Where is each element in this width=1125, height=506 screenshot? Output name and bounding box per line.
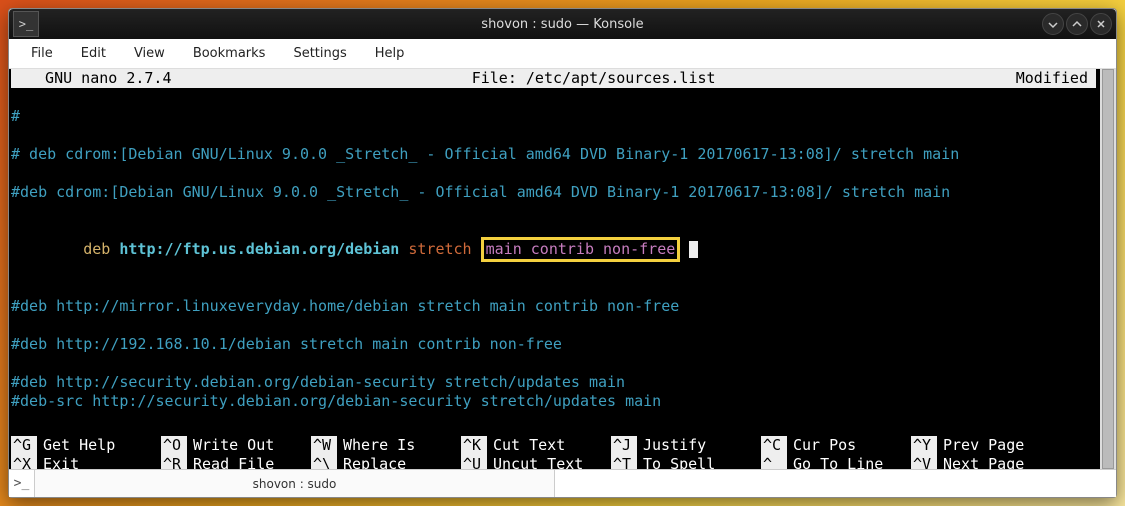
nano-header: GNU nano 2.7.4 File: /etc/apt/sources.li…	[11, 69, 1096, 88]
shortcut-label: Where Is	[337, 436, 415, 455]
src-line: #deb http://mirror.linuxeveryday.home/de…	[11, 297, 1096, 316]
src-line: #	[11, 107, 1096, 126]
shortcut-label: Write Out	[187, 436, 274, 455]
nano-app-name: GNU nano 2.7.4	[11, 69, 172, 88]
shortcut-key: ^\	[311, 455, 337, 469]
shortcut-key: ^X	[11, 455, 37, 469]
shortcut-key: ^R	[161, 455, 187, 469]
shortcut-key: ^C	[761, 436, 787, 455]
src-line: #deb http://security.debian.org/debian-s…	[11, 373, 1096, 392]
shortcut-key: ^W	[311, 436, 337, 455]
token-url: http://ftp.us.debian.org/debian	[119, 240, 399, 258]
menu-file[interactable]: File	[17, 40, 67, 67]
shortcut-key: ^K	[461, 436, 487, 455]
menu-edit[interactable]: Edit	[67, 40, 120, 67]
shortcut-row: ^XExit ^RRead File ^\Replace ^UUncut Tex…	[11, 455, 1096, 469]
shortcut-label: Read File	[187, 455, 274, 469]
shortcut-key: ^U	[461, 455, 487, 469]
nano-status: Modified	[1016, 69, 1096, 88]
shortcut-label: Go To Line	[787, 455, 883, 469]
scrollbar[interactable]	[1100, 69, 1116, 469]
token-deb: deb	[83, 240, 110, 258]
maximize-button[interactable]	[1066, 13, 1088, 35]
menu-bookmarks[interactable]: Bookmarks	[179, 40, 280, 67]
tab[interactable]: shovon : sudo	[35, 470, 555, 497]
shortcut-key: ^Y	[911, 436, 937, 455]
shortcut-label: Replace	[337, 455, 406, 469]
tabbar: >_ shovon : sudo	[9, 469, 1116, 497]
src-line: # deb cdrom:[Debian GNU/Linux 9.0.0 _Str…	[11, 145, 1096, 164]
shortcut-key: ^T	[611, 455, 637, 469]
src-line: #deb cdrom:[Debian GNU/Linux 9.0.0 _Stre…	[11, 183, 1096, 202]
menu-help[interactable]: Help	[361, 40, 419, 67]
highlight-box: main contrib non-free	[481, 237, 681, 262]
shortcut-key: ^V	[911, 455, 937, 469]
window-title: shovon : sudo — Konsole	[9, 17, 1116, 32]
shortcut-label: To Spell	[637, 455, 715, 469]
token-dist: stretch	[408, 240, 471, 258]
window-controls	[1042, 13, 1116, 35]
terminal-area[interactable]: GNU nano 2.7.4 File: /etc/apt/sources.li…	[9, 69, 1116, 469]
minimize-button[interactable]	[1042, 13, 1064, 35]
nano-file-label: File: /etc/apt/sources.list	[172, 69, 1016, 88]
src-line-active: deb http://ftp.us.debian.org/debian stre…	[11, 221, 1096, 278]
shortcut-row: ^GGet Help ^OWrite Out ^WWhere Is ^KCut …	[11, 436, 1096, 455]
scrollbar-thumb[interactable]	[1102, 69, 1114, 469]
new-tab-button[interactable]: >_	[9, 470, 35, 497]
shortcut-key: ^G	[11, 436, 37, 455]
shortcut-label: Justify	[637, 436, 706, 455]
menubar: File Edit View Bookmarks Settings Help	[9, 39, 1116, 69]
shortcut-label: Get Help	[37, 436, 115, 455]
titlebar: >_ shovon : sudo — Konsole	[9, 9, 1116, 39]
shortcut-key: ^_	[761, 455, 787, 469]
shortcut-label: Uncut Text	[487, 455, 583, 469]
src-line: #deb-src http://security.debian.org/debi…	[11, 392, 1096, 411]
menu-view[interactable]: View	[120, 40, 179, 67]
menu-settings[interactable]: Settings	[279, 40, 360, 67]
shortcut-label: Prev Page	[937, 436, 1024, 455]
nano-shortcuts: ^GGet Help ^OWrite Out ^WWhere Is ^KCut …	[11, 417, 1096, 469]
text-cursor	[689, 241, 698, 258]
shortcut-label: Next Page	[937, 455, 1024, 469]
close-button[interactable]	[1090, 13, 1112, 35]
shortcut-key: ^J	[611, 436, 637, 455]
src-line: #deb http://192.168.10.1/debian stretch …	[11, 335, 1096, 354]
shortcut-label: Exit	[37, 455, 79, 469]
shortcut-label: Cut Text	[487, 436, 565, 455]
app-icon: >_	[13, 11, 39, 37]
shortcut-key: ^O	[161, 436, 187, 455]
token-components: main contrib non-free	[486, 240, 676, 258]
shortcut-label: Cur Pos	[787, 436, 856, 455]
konsole-window: >_ shovon : sudo — Konsole File Edit Vie…	[8, 8, 1117, 498]
